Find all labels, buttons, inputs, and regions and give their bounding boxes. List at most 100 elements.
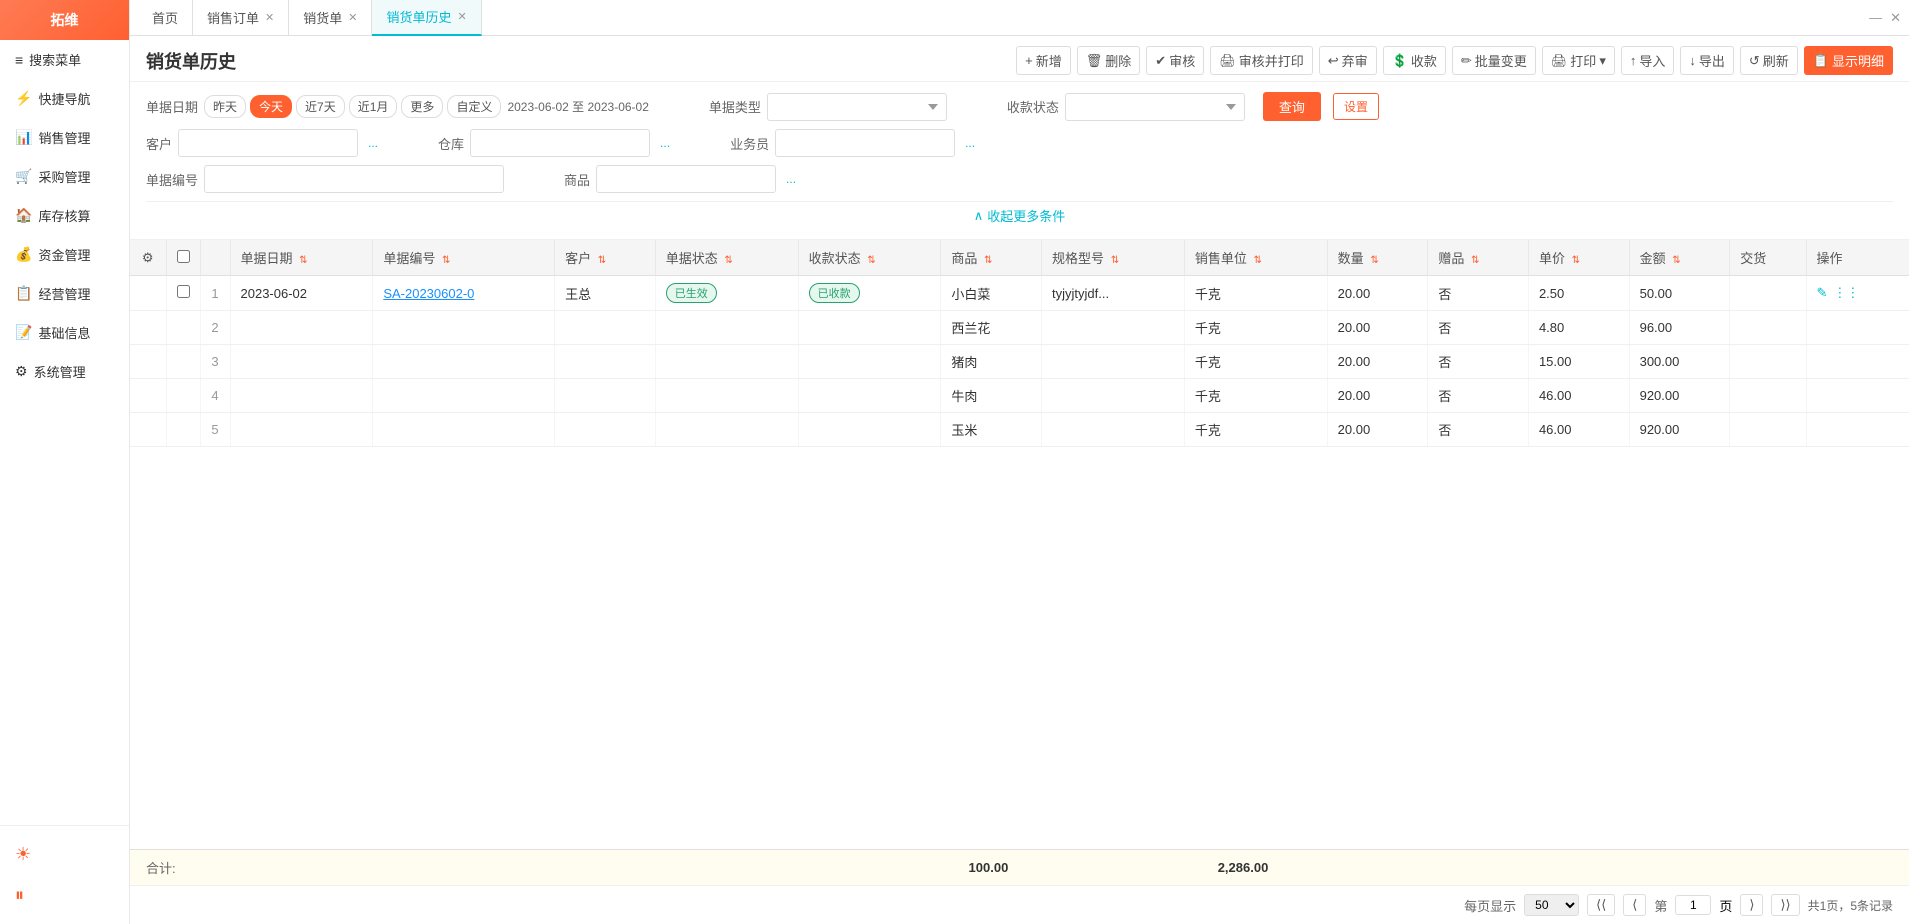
- collapse-icon: ⏸: [15, 885, 24, 906]
- tab-sales-order[interactable]: 销售订单 ✕: [193, 0, 289, 36]
- row-doc-number[interactable]: [373, 413, 555, 447]
- chip-today[interactable]: 今天: [250, 95, 292, 118]
- window-minimize-icon[interactable]: —: [1869, 10, 1882, 25]
- edit-action-btn[interactable]: ✎: [1817, 285, 1828, 301]
- import-button[interactable]: ↑ 导入: [1621, 46, 1675, 75]
- col-spec[interactable]: 规格型号 ⇅: [1042, 240, 1185, 276]
- col-rownum: [200, 240, 230, 276]
- print-button[interactable]: 🖨 打印 ▾: [1542, 46, 1615, 75]
- page-number-input[interactable]: [1675, 895, 1711, 915]
- sidebar-settings-btn[interactable]: ☀: [0, 834, 129, 875]
- sidebar-item-search-menu[interactable]: ≡ 搜索菜单: [0, 40, 129, 79]
- chip-last-month[interactable]: 近1月: [349, 95, 398, 118]
- col-doc-date[interactable]: 单据日期 ⇅: [230, 240, 373, 276]
- col-doc-status[interactable]: 单据状态 ⇅: [655, 240, 798, 276]
- page-last-btn[interactable]: ⟩⟩: [1771, 894, 1799, 916]
- payment-status-select[interactable]: [1065, 93, 1245, 121]
- audit-print-button[interactable]: 🖨 审核并打印: [1210, 46, 1313, 75]
- sidebar-collapse-btn[interactable]: ⏸: [0, 875, 129, 916]
- goods-ellipsis[interactable]: ...: [786, 172, 796, 186]
- col-settings[interactable]: ⚙: [130, 240, 166, 276]
- tab-sales-history-close[interactable]: ✕: [458, 10, 467, 23]
- salesperson-input[interactable]: [775, 129, 955, 157]
- chip-yesterday[interactable]: 昨天: [204, 95, 246, 118]
- customer-ellipsis[interactable]: ...: [368, 136, 378, 150]
- query-button[interactable]: 查询: [1263, 92, 1321, 121]
- col-customer[interactable]: 客户 ⇅: [555, 240, 656, 276]
- tab-sales-order-label: 销售订单: [207, 8, 259, 27]
- page-next-btn[interactable]: ⟩: [1740, 894, 1763, 916]
- select-all-checkbox[interactable]: [177, 250, 190, 263]
- row-doc-number[interactable]: [373, 345, 555, 379]
- sidebar-item-sales-mgmt[interactable]: 📊 销售管理: [0, 118, 129, 157]
- batch-change-button[interactable]: ✏ 批量变更: [1452, 46, 1536, 75]
- sidebar-item-label: 系统管理: [34, 362, 86, 381]
- col-doc-number[interactable]: 单据编号 ⇅: [373, 240, 555, 276]
- collect-button[interactable]: 💲 收款: [1383, 46, 1446, 75]
- col-unit-price[interactable]: 单价 ⇅: [1528, 240, 1629, 276]
- tab-sales-goods[interactable]: 销货单 ✕: [289, 0, 372, 36]
- col-goods[interactable]: 商品 ⇅: [941, 240, 1042, 276]
- add-button[interactable]: + 新增: [1016, 46, 1071, 75]
- sidebar-item-basic-info[interactable]: 📝 基础信息: [0, 313, 129, 352]
- refresh-button[interactable]: ↺ 刷新: [1740, 46, 1798, 75]
- sidebar-item-inventory[interactable]: 🏠 库存核算: [0, 196, 129, 235]
- row-doc-number[interactable]: SA-20230602-0: [373, 276, 555, 311]
- sidebar-item-system-mgmt[interactable]: ⚙ 系统管理: [0, 352, 129, 391]
- window-close-icon[interactable]: ✕: [1890, 10, 1901, 26]
- sidebar-item-finance-mgmt[interactable]: 💰 资金管理: [0, 235, 129, 274]
- chip-custom[interactable]: 自定义: [447, 95, 501, 118]
- col-gift[interactable]: 赠品 ⇅: [1428, 240, 1529, 276]
- sidebar-item-purchase-mgmt[interactable]: 🛒 采购管理: [0, 157, 129, 196]
- filter-settings-button[interactable]: 设置: [1333, 93, 1379, 120]
- row-doc-number[interactable]: [373, 311, 555, 345]
- warehouse-input[interactable]: [470, 129, 650, 157]
- collect-icon: 💲: [1392, 53, 1408, 69]
- doc-type-select[interactable]: [767, 93, 947, 121]
- tab-sales-order-close[interactable]: ✕: [265, 11, 274, 24]
- export-button[interactable]: ↓ 导出: [1680, 46, 1734, 75]
- col-spec-label: 规格型号: [1052, 251, 1104, 266]
- col-payment-status[interactable]: 收款状态 ⇅: [798, 240, 941, 276]
- per-page-select[interactable]: 50 10 20 100: [1524, 894, 1579, 916]
- tab-sales-goods-close[interactable]: ✕: [348, 11, 357, 24]
- more-action-btn[interactable]: ⋮⋮: [1833, 285, 1859, 301]
- warehouse-ellipsis[interactable]: ...: [660, 136, 670, 150]
- col-amount[interactable]: 金额 ⇅: [1629, 240, 1730, 276]
- row-doc-date: [230, 311, 373, 345]
- row-doc-number[interactable]: [373, 379, 555, 413]
- discard-button[interactable]: ↩ 弃审: [1319, 46, 1377, 75]
- col-quantity[interactable]: 数量 ⇅: [1327, 240, 1428, 276]
- basic-info-icon: 📝: [15, 324, 32, 341]
- customer-input[interactable]: [178, 129, 358, 157]
- row-num-cell: 5: [200, 413, 230, 447]
- audit-button[interactable]: ✔ 审核: [1146, 46, 1204, 75]
- col-unit[interactable]: 销售单位 ⇅: [1184, 240, 1327, 276]
- doc-number-input[interactable]: [204, 165, 504, 193]
- chip-more[interactable]: 更多: [401, 95, 443, 118]
- row-checkbox[interactable]: [177, 285, 190, 298]
- row-doc-status: [655, 311, 798, 345]
- add-icon: +: [1025, 53, 1033, 68]
- show-detail-button[interactable]: 📋 显示明细: [1804, 46, 1893, 75]
- chip-last7[interactable]: 近7天: [296, 95, 345, 118]
- sidebar-item-ops-mgmt[interactable]: 📋 经营管理: [0, 274, 129, 313]
- col-delivery: 交货: [1730, 240, 1806, 276]
- delete-button[interactable]: 🗑 删除: [1077, 46, 1141, 75]
- row-customer: [555, 311, 656, 345]
- collapse-conditions-btn[interactable]: ∧ 收起更多条件: [146, 201, 1893, 229]
- sidebar-item-quick-nav[interactable]: ⚡ 快捷导航: [0, 79, 129, 118]
- tab-sales-history[interactable]: 销货单历史 ✕: [372, 0, 481, 36]
- table-row: 4牛肉千克20.00否46.00920.00: [130, 379, 1909, 413]
- page-prev-btn[interactable]: ⟨: [1623, 894, 1646, 916]
- audit-icon: ✔: [1155, 53, 1166, 69]
- table-row: 3猪肉千克20.00否15.00300.00: [130, 345, 1909, 379]
- page-first-btn[interactable]: ⟨⟨: [1587, 894, 1615, 916]
- row-doc-date: [230, 345, 373, 379]
- row-settings-cell: [130, 379, 166, 413]
- total-quantity: 100.00: [808, 860, 1008, 875]
- payment-status-badge: 已收款: [809, 283, 860, 303]
- salesperson-ellipsis[interactable]: ...: [965, 136, 975, 150]
- goods-input[interactable]: [596, 165, 776, 193]
- tab-home[interactable]: 首页: [138, 0, 193, 36]
